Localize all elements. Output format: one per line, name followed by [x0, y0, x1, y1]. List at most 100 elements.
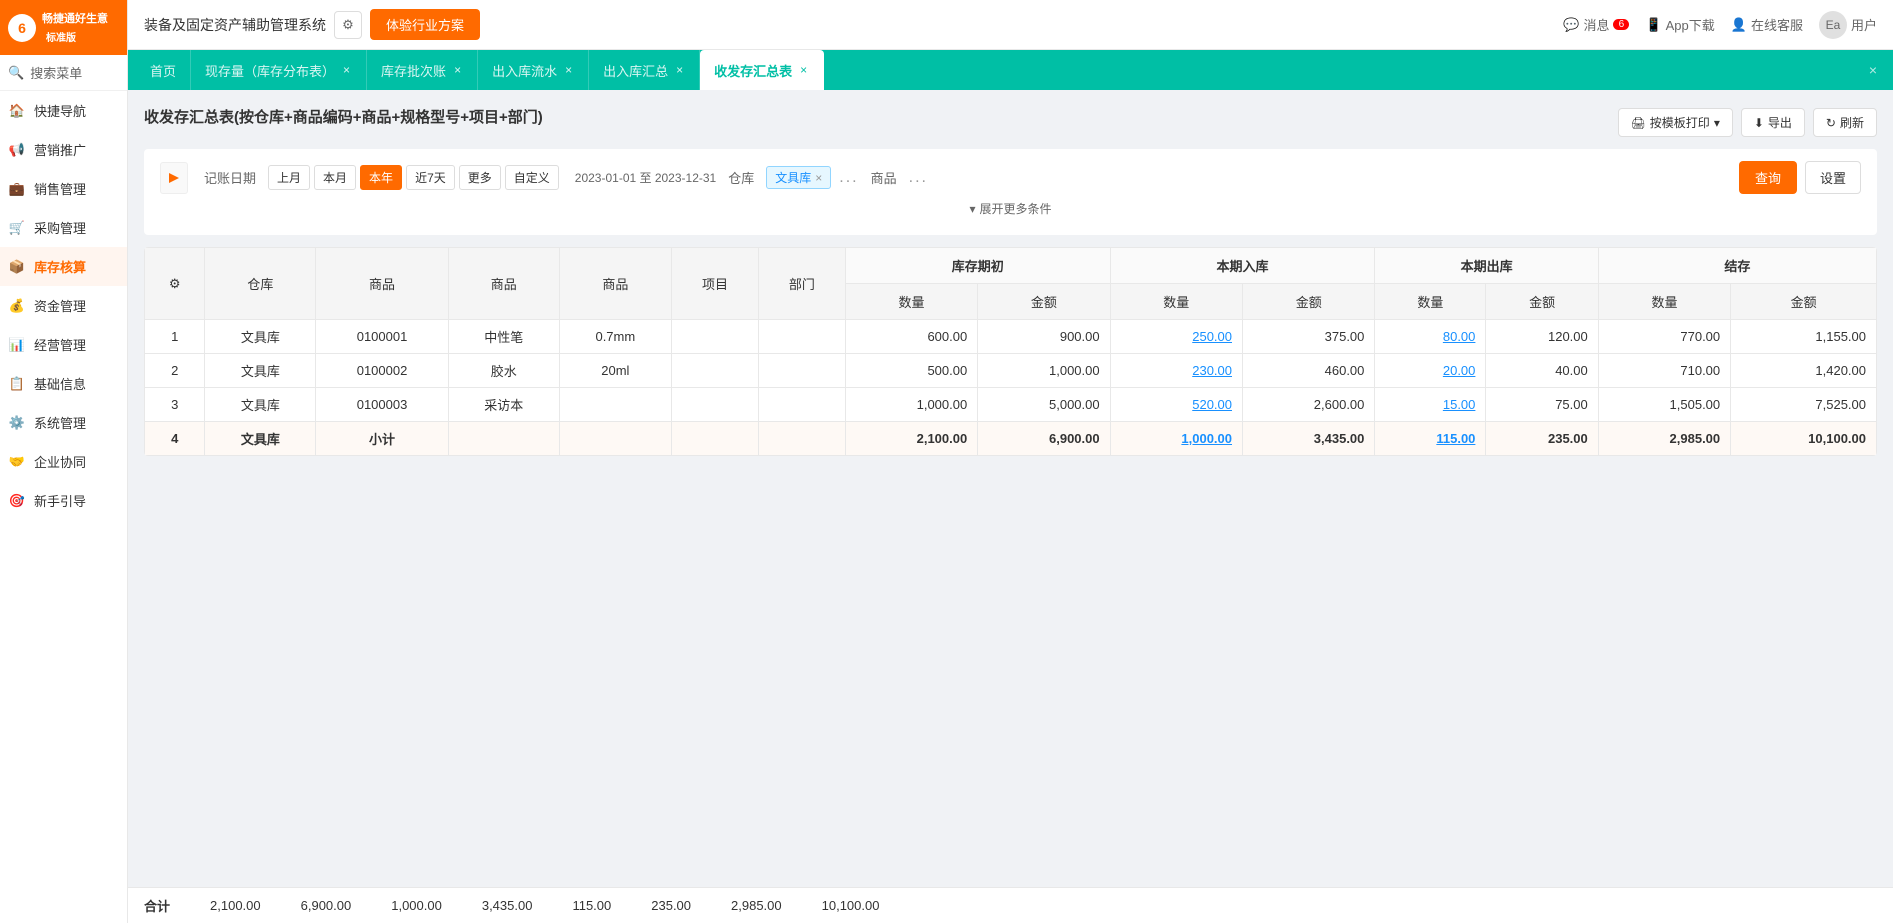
main-area: 装备及固定资产辅助管理系统 ⚙ 体验行业方案 💬 消息 6 📱 App下载 👤 …: [128, 0, 1893, 923]
date-btn-7days[interactable]: 近7天: [406, 165, 455, 190]
row3-bal-amt: 7,525.00: [1731, 388, 1877, 422]
tab-batch-close[interactable]: ×: [452, 63, 463, 77]
sidebar-item-guide[interactable]: 🎯 新手引导: [0, 481, 127, 520]
experience-btn[interactable]: 体验行业方案: [370, 9, 480, 40]
row2-out-amt: 40.00: [1486, 354, 1598, 388]
row2-no: 2: [145, 354, 205, 388]
content-area: 收发存汇总表(按仓库+商品编码+商品+规格型号+项目+部门) 🖨 按模板打印 ▾…: [128, 90, 1893, 887]
row1-no: 1: [145, 320, 205, 354]
total-in-amt: 3,435.00: [462, 898, 553, 913]
th-out-amount: 金额: [1486, 284, 1598, 320]
row3-no: 3: [145, 388, 205, 422]
sidebar-inventory-label: 库存核算: [34, 257, 86, 276]
th-opening-group: 库存期初: [845, 248, 1110, 284]
goods-dots[interactable]: ...: [909, 169, 928, 187]
tab-summary-out-close[interactable]: ×: [674, 63, 685, 77]
th-settings[interactable]: ⚙: [145, 248, 205, 320]
sidebar-item-system[interactable]: ⚙️ 系统管理: [0, 403, 127, 442]
sidebar-item-quick-nav[interactable]: 🏠 快捷导航: [0, 91, 127, 130]
expand-more-btn[interactable]: ▾ 展开更多条件: [160, 194, 1861, 223]
tab-home[interactable]: 首页: [136, 50, 191, 90]
date-btn-this-month[interactable]: 本月: [314, 165, 356, 190]
row3-open-qty: 1,000.00: [845, 388, 977, 422]
sidebar-enterprise-label: 企业协同: [34, 452, 86, 471]
tab-receipt-summary[interactable]: 收发存汇总表 ×: [700, 50, 824, 90]
row3-in-qty[interactable]: 520.00: [1110, 388, 1242, 422]
sidebar-item-finance[interactable]: 💰 资金管理: [0, 286, 127, 325]
tab-bar: 首页 现存量（库存分布表） × 库存批次账 × 出入库流水 × 出入库汇总 × …: [128, 50, 1893, 90]
row2-out-qty[interactable]: 20.00: [1375, 354, 1486, 388]
subtotal-no: 4: [145, 422, 205, 456]
sidebar-item-enterprise[interactable]: 🤝 企业协同: [0, 442, 127, 481]
row1-in-amt: 375.00: [1243, 320, 1375, 354]
tab-flow-close[interactable]: ×: [563, 63, 574, 77]
row3-out-qty[interactable]: 15.00: [1375, 388, 1486, 422]
service-icon: 👤: [1731, 17, 1747, 33]
sidebar-quick-nav-label: 快捷导航: [34, 101, 86, 120]
tab-inventory-dist-close[interactable]: ×: [341, 63, 352, 77]
sidebar-item-marketing[interactable]: 📢 营销推广: [0, 130, 127, 169]
row2-bal-qty: 710.00: [1598, 354, 1730, 388]
row2-project: [671, 354, 758, 388]
row2-name: 胶水: [448, 354, 559, 388]
setting-btn[interactable]: 设置: [1805, 161, 1861, 194]
row1-in-qty[interactable]: 250.00: [1110, 320, 1242, 354]
date-btn-more[interactable]: 更多: [459, 165, 501, 190]
app-download-action[interactable]: 📱 App下载: [1645, 15, 1714, 34]
bottom-bar: 合计 2,100.00 6,900.00 1,000.00 3,435.00 1…: [128, 887, 1893, 923]
row1-spec: 0.7mm: [559, 320, 671, 354]
subtotal-out-qty[interactable]: 115.00: [1375, 422, 1486, 456]
filter-row: 记账日期 上月 本月 本年 近7天 更多 自定义 2023-01-01 至 20…: [160, 161, 1861, 194]
tab-receipt-summary-close[interactable]: ×: [798, 63, 809, 77]
row1-name: 中性笔: [448, 320, 559, 354]
tab-flow[interactable]: 出入库流水 ×: [478, 50, 589, 90]
date-btn-custom[interactable]: 自定义: [505, 165, 559, 190]
logo-icon: 6: [8, 14, 36, 42]
total-open-qty: 2,100.00: [190, 898, 281, 913]
subtotal-in-qty[interactable]: 1,000.00: [1110, 422, 1242, 456]
total-bal-amt: 10,100.00: [802, 898, 900, 913]
subtotal-open-qty: 2,100.00: [845, 422, 977, 456]
warehouse-tag-close[interactable]: ×: [815, 171, 822, 185]
sidebar-item-search[interactable]: 🔍 搜索菜单: [0, 55, 127, 91]
message-action[interactable]: 💬 消息 6: [1563, 15, 1629, 34]
th-department: 部门: [758, 248, 845, 320]
row1-open-qty: 600.00: [845, 320, 977, 354]
tab-batch-label: 库存批次账: [381, 61, 446, 80]
goods-filter-label: 商品: [871, 168, 897, 187]
warehouse-filter: 文具库 × ...: [766, 166, 858, 189]
tab-receipt-summary-label: 收发存汇总表: [714, 61, 792, 80]
header-left: 装备及固定资产辅助管理系统 ⚙ 体验行业方案: [144, 9, 480, 40]
sidebar-item-operation[interactable]: 📊 经营管理: [0, 325, 127, 364]
user-label: 用户: [1851, 15, 1877, 34]
sidebar-item-sales[interactable]: 💼 销售管理: [0, 169, 127, 208]
tab-batch[interactable]: 库存批次账 ×: [367, 50, 478, 90]
export-btn[interactable]: ⬇ 导出: [1741, 108, 1805, 137]
tab-summary-out[interactable]: 出入库汇总 ×: [589, 50, 700, 90]
user-action[interactable]: Ea 用户: [1819, 11, 1877, 39]
warehouse-dots[interactable]: ...: [839, 169, 858, 187]
th-product-code: 商品: [316, 248, 448, 320]
tab-home-label: 首页: [150, 61, 176, 80]
purchase-icon: 🛒: [8, 219, 26, 237]
page-title: 收发存汇总表(按仓库+商品编码+商品+规格型号+项目+部门): [144, 106, 543, 127]
filter-collapse-btn[interactable]: [160, 162, 188, 194]
tab-inventory-dist[interactable]: 现存量（库存分布表） ×: [191, 50, 367, 90]
query-btn[interactable]: 查询: [1739, 161, 1797, 194]
sidebar-item-inventory[interactable]: 📦 库存核算: [0, 247, 127, 286]
refresh-btn[interactable]: ↻ 刷新: [1813, 108, 1877, 137]
print-label: 按模板打印: [1650, 114, 1710, 131]
sidebar-item-purchase[interactable]: 🛒 采购管理: [0, 208, 127, 247]
row1-out-qty[interactable]: 80.00: [1375, 320, 1486, 354]
online-service-action[interactable]: 👤 在线客服: [1731, 15, 1803, 34]
sidebar-item-basic-info[interactable]: 📋 基础信息: [0, 364, 127, 403]
print-btn[interactable]: 🖨 按模板打印 ▾: [1618, 108, 1733, 137]
message-label: 消息: [1583, 15, 1609, 34]
tab-summary-out-label: 出入库汇总: [603, 61, 668, 80]
row2-in-qty[interactable]: 230.00: [1110, 354, 1242, 388]
warehouse-tag[interactable]: 文具库 ×: [766, 166, 831, 189]
date-btn-last-month[interactable]: 上月: [268, 165, 310, 190]
settings-icon[interactable]: ⚙: [334, 11, 362, 39]
tab-bar-close[interactable]: ×: [1861, 62, 1885, 78]
date-btn-this-year[interactable]: 本年: [360, 165, 402, 190]
